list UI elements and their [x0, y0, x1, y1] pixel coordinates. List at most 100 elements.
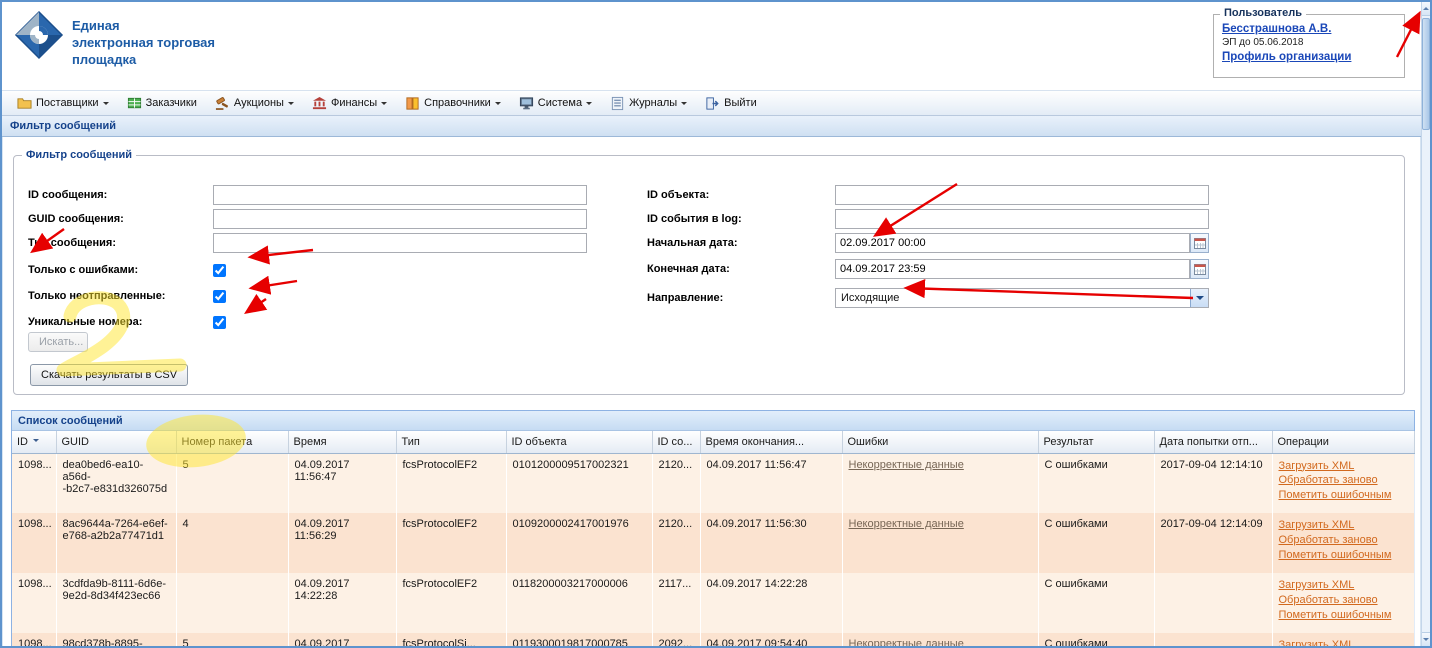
exit-icon	[706, 96, 719, 110]
cell-id: 1098...	[12, 633, 57, 646]
error-details-link[interactable]: Некорректные данные	[849, 518, 964, 530]
cell-event-id: 2120...	[652, 453, 701, 513]
menu-item-auctions[interactable]: Аукционы	[206, 91, 303, 115]
cell-event-id: 2120...	[652, 513, 701, 573]
message-guid-label: GUID сообщения:	[28, 213, 124, 225]
start-date-input[interactable]	[835, 233, 1190, 253]
mark-erroneous-link[interactable]: Пометить ошибочным	[1279, 488, 1408, 503]
column-header-result[interactable]: Результат	[1038, 431, 1155, 454]
cell-attempt-date	[1154, 573, 1273, 633]
object-id-input[interactable]	[835, 185, 1209, 205]
menu-item-system[interactable]: Система	[510, 91, 601, 115]
mark-erroneous-link[interactable]: Пометить ошибочным	[1279, 608, 1408, 623]
column-header-errors[interactable]: Ошибки	[842, 431, 1039, 454]
cell-errors: Некорректные данные	[842, 513, 1039, 573]
table-header-row: ID GUID Номер пакета Время Тип ID объект…	[12, 431, 1415, 454]
load-xml-link[interactable]: Загрузить XML	[1279, 638, 1408, 646]
start-date-label: Начальная дата:	[647, 237, 738, 249]
unique-numbers-checkbox[interactable]	[213, 315, 226, 329]
column-header-type[interactable]: Тип	[396, 431, 507, 454]
logo-icon[interactable]	[14, 10, 64, 60]
reprocess-link[interactable]: Обработать заново	[1279, 593, 1408, 608]
table-row[interactable]: 1098... 3cdfda9b-8111-6d6e- 9e2d-8d34f42…	[12, 573, 1415, 633]
cell-attempt-date: 2017-09-04 12:14:10	[1154, 453, 1273, 513]
cell-operations: Загрузить XML Обработать заново Пометить…	[1272, 453, 1415, 513]
column-header-id[interactable]: ID	[12, 431, 57, 454]
cell-errors: Некорректные данные	[842, 453, 1039, 513]
system-icon	[519, 96, 533, 109]
error-details-link[interactable]: Некорректные данные	[849, 459, 964, 471]
scrollbar-thumb[interactable]	[1422, 18, 1430, 130]
table-row[interactable]: 1098... 98cd378b-8895-89c7- 5 04.09.2017…	[12, 633, 1415, 646]
message-id-label: ID сообщения:	[28, 189, 108, 201]
message-guid-input[interactable]	[213, 209, 587, 229]
scrollbar-down-button[interactable]	[1422, 632, 1430, 646]
column-header-end-time[interactable]: Время окончания...	[700, 431, 843, 454]
cell-packet	[176, 573, 289, 633]
menu-item-label: Справочники	[424, 97, 491, 109]
column-header-guid[interactable]: GUID	[56, 431, 177, 454]
message-id-input[interactable]	[213, 185, 587, 205]
only-errors-label: Только с ошибками:	[28, 264, 139, 276]
cell-operations: Загрузить XML Обработать заново Пометить…	[1272, 513, 1415, 573]
menu-item-suppliers[interactable]: Поставщики	[8, 91, 118, 115]
column-header-object-id[interactable]: ID объекта	[506, 431, 653, 454]
menu-item-finance[interactable]: Финансы	[303, 91, 396, 115]
only-unsent-label: Только неотправленные:	[28, 290, 166, 302]
page-title-bar: Фильтр сообщений	[2, 116, 1421, 137]
end-date-calendar-button[interactable]	[1190, 259, 1209, 279]
column-header-operations[interactable]: Операции	[1272, 431, 1415, 454]
error-details-link[interactable]: Некорректные данные	[849, 638, 964, 646]
cell-object-id: 0101200009517002321	[506, 453, 653, 513]
cell-errors	[842, 573, 1039, 633]
cell-id: 1098...	[12, 453, 57, 513]
reprocess-link[interactable]: Обработать заново	[1279, 473, 1408, 488]
filter-legend: Фильтр сообщений	[26, 149, 133, 161]
table-row[interactable]: 1098... 8ac9644a-7264-e6ef- e768-a2b2a77…	[12, 513, 1415, 573]
cell-id: 1098...	[12, 573, 57, 633]
column-header-time[interactable]: Время	[288, 431, 397, 454]
menu-item-directories[interactable]: Справочники	[396, 91, 510, 115]
org-profile-link[interactable]: Профиль организации	[1222, 51, 1396, 63]
message-type-input[interactable]	[213, 233, 587, 253]
start-date-calendar-button[interactable]	[1190, 233, 1209, 253]
log-event-id-input[interactable]	[835, 209, 1209, 229]
reprocess-link[interactable]: Обработать заново	[1279, 533, 1408, 548]
menu-item-label: Поставщики	[36, 97, 99, 109]
direction-select[interactable]: Исходящие	[835, 288, 1209, 308]
menu-item-label: Журналы	[629, 97, 678, 109]
download-csv-button[interactable]: Скачать результаты в CSV	[30, 364, 189, 386]
menu-item-customers[interactable]: Заказчики	[118, 91, 206, 115]
chevron-down-icon[interactable]	[1190, 289, 1208, 307]
end-date-input[interactable]	[835, 259, 1190, 279]
scrollbar-up-button[interactable]	[1422, 2, 1430, 16]
cell-end-time: 04.09.2017 09:54:40	[700, 633, 843, 646]
directories-icon	[406, 96, 419, 110]
load-xml-link[interactable]: Загрузить XML	[1279, 578, 1408, 593]
user-name-link[interactable]: Бесстрашнова А.В.	[1222, 23, 1396, 35]
cell-packet: 5	[176, 633, 289, 646]
load-xml-link[interactable]: Загрузить XML	[1279, 518, 1408, 533]
column-header-packet[interactable]: Номер пакета	[176, 431, 289, 454]
menu-item-label: Заказчики	[145, 97, 197, 109]
only-unsent-checkbox[interactable]	[213, 289, 226, 303]
cell-end-time: 04.09.2017 11:56:47	[700, 453, 843, 513]
load-xml-link[interactable]: Загрузить XML	[1279, 459, 1408, 474]
cell-type: fcsProtocolEF2	[396, 513, 507, 573]
cell-object-id: 0119300019817000785	[506, 633, 653, 646]
chevron-down-icon	[287, 101, 294, 108]
only-errors-checkbox[interactable]	[213, 263, 226, 277]
triangle-up-icon	[1423, 4, 1429, 10]
mark-erroneous-link[interactable]: Пометить ошибочным	[1279, 548, 1408, 563]
menu-item-journals[interactable]: Журналы	[601, 91, 696, 115]
log-event-id-label: ID события в log:	[647, 213, 742, 225]
cell-event-id: 2092...	[652, 633, 701, 646]
column-header-event-id[interactable]: ID со...	[652, 431, 701, 454]
menu-item-exit[interactable]: Выйти	[696, 91, 766, 115]
journals-icon	[611, 96, 624, 110]
object-id-label: ID объекта:	[647, 189, 710, 201]
table-row[interactable]: 1098... dea0bed6-ea10-a56d- -b2c7-e831d3…	[12, 453, 1415, 513]
column-header-attempt-date[interactable]: Дата попытки отп...	[1154, 431, 1273, 454]
search-button[interactable]: Искать...	[28, 332, 88, 352]
cell-time: 04.09.2017 11:56:29	[288, 513, 397, 573]
